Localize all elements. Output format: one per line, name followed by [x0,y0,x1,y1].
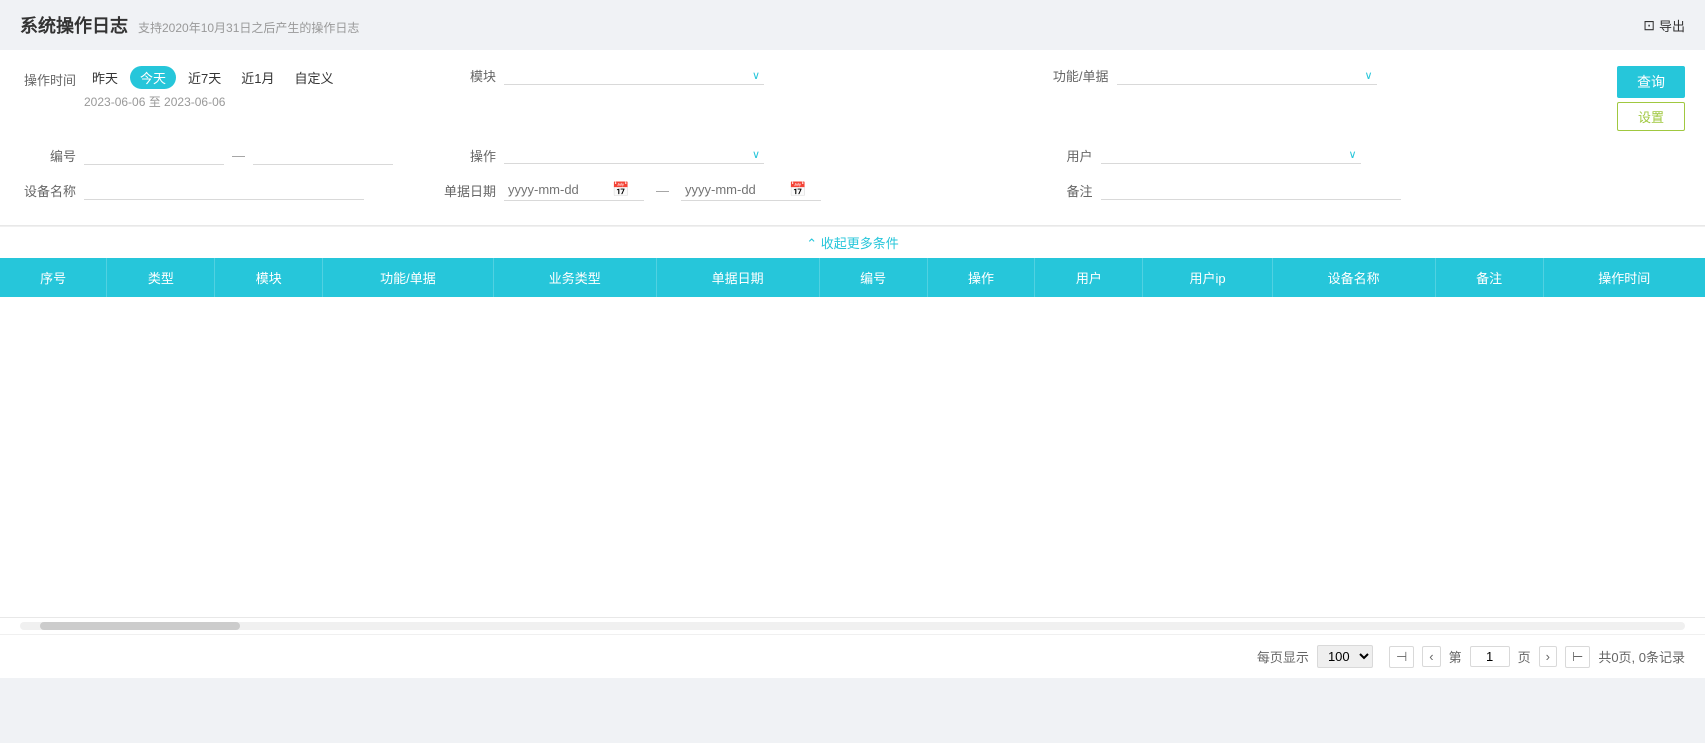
empty-area [0,297,1705,617]
time-filter-label: 操作时间 [20,70,76,89]
number-dash: — [232,148,245,163]
page-number-input[interactable] [1470,646,1510,667]
page-label: 第 [1449,647,1462,666]
col-function: 功能/单据 [323,258,494,297]
date-to-input[interactable] [685,182,785,197]
module-label: 模块 [440,66,496,85]
query-button[interactable]: 查询 [1617,66,1685,98]
scroll-track[interactable] [20,622,1685,630]
collapse-bar[interactable]: ⌃ 收起更多条件 [0,226,1705,258]
col-remark: 备注 [1435,258,1543,297]
date-label: 单据日期 [440,181,496,200]
col-biztype: 业务类型 [493,258,656,297]
remark-label: 备注 [1023,181,1093,200]
time-options-group: 昨天 今天 近7天 近1月 自定义 2023-06-06 至 2023-06-0… [84,66,342,110]
export-button[interactable]: ⊡ 导出 [1643,16,1685,35]
export-icon: ⊡ [1643,17,1655,34]
col-module: 模块 [215,258,323,297]
time-btn-last1month[interactable]: 近1月 [233,66,282,89]
filter-panel: 操作时间 昨天 今天 近7天 近1月 自定义 2023-06-06 至 2023… [0,50,1705,226]
page-suffix: 页 [1518,647,1531,666]
col-userip: 用户ip [1143,258,1272,297]
col-type: 类型 [107,258,215,297]
collapse-label: 收起更多条件 [821,236,899,251]
time-btn-today[interactable]: 今天 [130,66,176,89]
page-total-label: 共0页, 0条记录 [1598,647,1685,666]
calendar-to-icon[interactable]: 📅 [789,181,806,198]
time-range-display: 2023-06-06 至 2023-06-06 [84,93,342,110]
col-docdate: 单据日期 [656,258,819,297]
col-optime: 操作时间 [1543,258,1705,297]
operation-chevron-icon: ∨ [752,148,760,161]
device-label: 设备名称 [20,181,76,200]
time-btn-custom[interactable]: 自定义 [287,66,342,89]
col-number: 编号 [819,258,927,297]
number-to-input[interactable] [253,145,393,165]
user-label: 用户 [1023,146,1093,165]
export-label: 导出 [1659,16,1685,35]
page-subtitle: 支持2020年10月31日之后产生的操作日志 [138,19,359,36]
calendar-from-icon[interactable]: 📅 [612,181,629,198]
function-chevron-icon: ∨ [1364,69,1372,82]
pagination-bar: 每页显示 100 50 200 ⊣ ‹ 第 页 › ⊢ 共0页, 0条记录 [0,634,1705,678]
device-input[interactable] [84,180,364,200]
settings-button[interactable]: 设置 [1617,102,1685,131]
date-dash: — [656,183,669,198]
module-select[interactable]: ∨ [504,67,764,85]
page-size-select[interactable]: 100 50 200 [1317,645,1373,668]
first-page-button[interactable]: ⊣ [1389,646,1414,668]
scroll-thumb[interactable] [40,622,240,630]
table-header-row: 序号 类型 模块 功能/单据 业务类型 单据日期 编号 操作 用户 用户ip 设… [0,258,1705,297]
module-chevron-icon: ∨ [752,69,760,82]
col-device: 设备名称 [1272,258,1435,297]
collapse-icon: ⌃ [806,236,817,251]
scrollbar-area [0,617,1705,634]
last-page-button[interactable]: ⊢ [1565,646,1590,668]
page-title: 系统操作日志 [20,12,128,38]
time-btn-last7[interactable]: 近7天 [180,66,229,89]
number-from-input[interactable] [84,145,224,165]
date-from-input[interactable] [508,182,608,197]
date-to-wrap[interactable]: 📅 [681,179,821,201]
col-operation: 操作 [927,258,1035,297]
remark-input[interactable] [1101,180,1401,200]
data-table: 序号 类型 模块 功能/单据 业务类型 单据日期 编号 操作 用户 用户ip 设… [0,258,1705,297]
col-user: 用户 [1035,258,1143,297]
page-header: 系统操作日志 支持2020年10月31日之后产生的操作日志 ⊡ 导出 [0,0,1705,50]
action-buttons-group: 查询 设置 [1617,66,1685,131]
operation-label: 操作 [440,146,496,165]
next-page-button[interactable]: › [1539,646,1557,667]
user-chevron-icon: ∨ [1348,148,1356,161]
operation-select[interactable]: ∨ [504,146,764,164]
time-btn-yesterday[interactable]: 昨天 [84,66,126,89]
prev-page-button[interactable]: ‹ [1422,646,1440,667]
number-label: 编号 [20,146,76,165]
table-container: 序号 类型 模块 功能/单据 业务类型 单据日期 编号 操作 用户 用户ip 设… [0,258,1705,297]
col-seq: 序号 [0,258,107,297]
user-select[interactable]: ∨ [1101,146,1361,164]
function-select[interactable]: ∨ [1117,67,1377,85]
per-page-label: 每页显示 [1257,647,1309,666]
date-from-wrap[interactable]: 📅 [504,179,644,201]
function-label: 功能/单据 [1039,66,1109,85]
title-area: 系统操作日志 支持2020年10月31日之后产生的操作日志 [20,12,359,38]
